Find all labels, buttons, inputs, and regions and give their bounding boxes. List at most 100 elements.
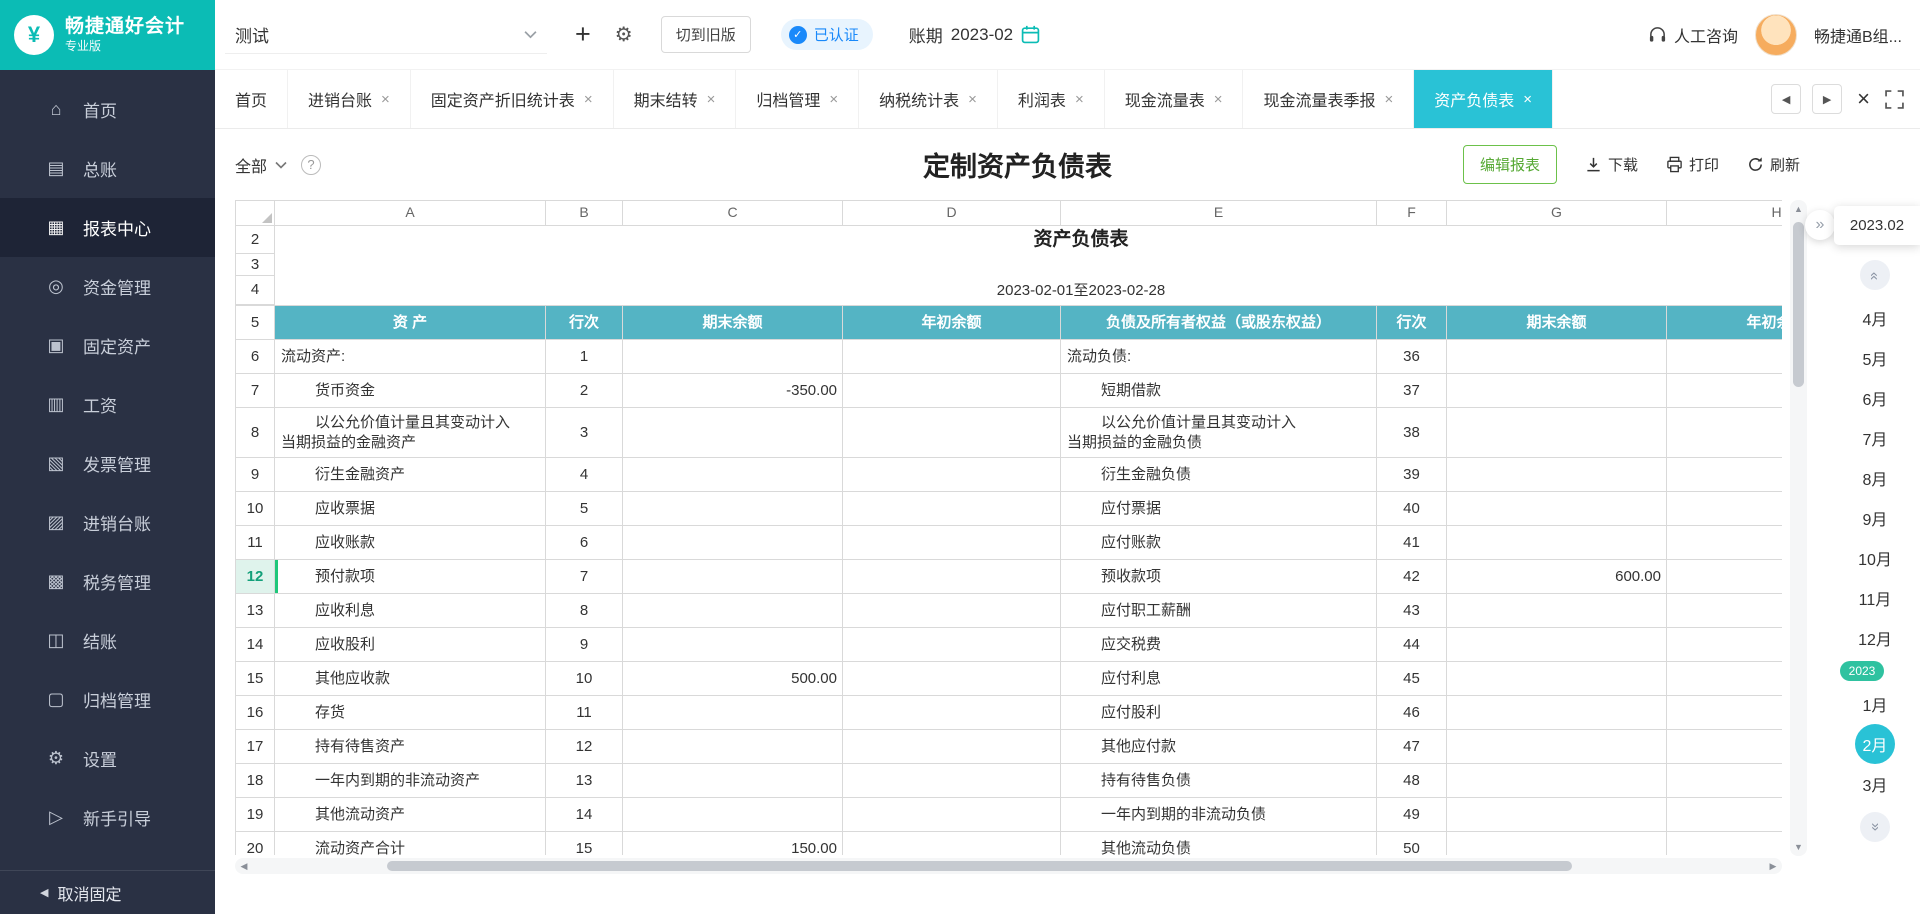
- horizontal-scroll-thumb[interactable]: [387, 861, 1572, 871]
- cell-D6[interactable]: [843, 340, 1061, 374]
- cell-A9[interactable]: 衍生金融资产: [275, 458, 546, 492]
- cell-B6[interactable]: 1: [546, 340, 623, 374]
- refresh-button[interactable]: 刷新: [1747, 154, 1800, 175]
- unpin-sidebar-button[interactable]: ◀ 取消固定: [0, 870, 215, 914]
- close-tab-icon[interactable]: ×: [584, 91, 593, 108]
- table-header-cell[interactable]: 负债及所有者权益（或股东权益）: [1061, 305, 1377, 340]
- tab-balance-sheet[interactable]: 资产负债表 ×: [1414, 70, 1554, 128]
- close-tab-icon[interactable]: ×: [829, 91, 838, 108]
- cell-E18[interactable]: 持有待售负债: [1061, 764, 1377, 798]
- cell-D10[interactable]: [843, 492, 1061, 526]
- support-button[interactable]: 人工咨询: [1648, 23, 1738, 47]
- month-item[interactable]: 7月: [1853, 418, 1897, 458]
- table-header-cell[interactable]: 行次: [1377, 305, 1447, 340]
- edit-report-button[interactable]: 编辑报表: [1462, 145, 1557, 184]
- cell-D13[interactable]: [843, 594, 1061, 628]
- cell-G7[interactable]: [1447, 374, 1667, 408]
- months-scroll-down-button[interactable]: «: [1860, 812, 1890, 842]
- cell-D11[interactable]: [843, 526, 1061, 560]
- cell-G18[interactable]: [1447, 764, 1667, 798]
- tab-period-end-transfer[interactable]: 期末结转 ×: [614, 70, 737, 128]
- sidebar-item-invoice[interactable]: ▧ 发票管理: [0, 434, 215, 493]
- username[interactable]: 畅捷通B组...: [1814, 23, 1902, 47]
- month-item[interactable]: 10月: [1853, 538, 1897, 578]
- column-header-H[interactable]: H: [1667, 200, 1782, 226]
- cell-C16[interactable]: [623, 696, 843, 730]
- cell-H8[interactable]: [1667, 408, 1782, 458]
- cell-G20[interactable]: [1447, 832, 1667, 855]
- table-header-cell[interactable]: 期末余额: [1447, 305, 1667, 340]
- cell-C19[interactable]: [623, 798, 843, 832]
- cell-G11[interactable]: [1447, 526, 1667, 560]
- cell-A16[interactable]: 存货: [275, 696, 546, 730]
- add-button[interactable]: +: [575, 19, 591, 50]
- row-header-10[interactable]: 10: [235, 492, 275, 526]
- sidebar-item-settings[interactable]: ⚙ 设置: [0, 729, 215, 788]
- cell-F12[interactable]: 42: [1377, 560, 1447, 594]
- row-header-19[interactable]: 19: [235, 798, 275, 832]
- sidebar-item-purchase-sales[interactable]: ▨ 进销台账: [0, 493, 215, 552]
- close-tabs-button[interactable]: ×: [1853, 86, 1874, 112]
- cell-D17[interactable]: [843, 730, 1061, 764]
- select-all-corner[interactable]: [235, 200, 275, 226]
- close-tab-icon[interactable]: ×: [1214, 91, 1223, 108]
- cell-D12[interactable]: [843, 560, 1061, 594]
- cell-E10[interactable]: 应付票据: [1061, 492, 1377, 526]
- cell-A20[interactable]: 流动资产合计: [275, 832, 546, 855]
- cell-F13[interactable]: 43: [1377, 594, 1447, 628]
- cell-C13[interactable]: [623, 594, 843, 628]
- cell-F20[interactable]: 50: [1377, 832, 1447, 855]
- switch-old-version-button[interactable]: 切到旧版: [660, 16, 751, 53]
- cell-B11[interactable]: 6: [546, 526, 623, 560]
- tabs-scroll-right-button[interactable]: ▶: [1812, 84, 1843, 114]
- column-header-G[interactable]: G: [1447, 200, 1667, 226]
- cell-G8[interactable]: [1447, 408, 1667, 458]
- cell-E20[interactable]: 其他流动负债: [1061, 832, 1377, 855]
- scope-dropdown[interactable]: 全部: [235, 153, 287, 177]
- month-item[interactable]: 1月: [1853, 684, 1897, 724]
- cell-A19[interactable]: 其他流动资产: [275, 798, 546, 832]
- cell-B20[interactable]: 15: [546, 832, 623, 855]
- cell-F10[interactable]: 40: [1377, 492, 1447, 526]
- cell-F19[interactable]: 49: [1377, 798, 1447, 832]
- cell-C15[interactable]: 500.00: [623, 662, 843, 696]
- vertical-scroll-thumb[interactable]: [1793, 222, 1804, 387]
- account-selector[interactable]: 测试: [225, 16, 547, 54]
- cell-A10[interactable]: 应收票据: [275, 492, 546, 526]
- cell-F18[interactable]: 48: [1377, 764, 1447, 798]
- cell-B9[interactable]: 4: [546, 458, 623, 492]
- row-header-5[interactable]: 5: [235, 305, 275, 340]
- column-header-D[interactable]: D: [843, 200, 1061, 226]
- cell-C17[interactable]: [623, 730, 843, 764]
- row-header-12[interactable]: 12: [235, 560, 275, 594]
- sidebar-item-general-ledger[interactable]: ▤ 总账: [0, 139, 215, 198]
- cell-B10[interactable]: 5: [546, 492, 623, 526]
- cell-C18[interactable]: [623, 764, 843, 798]
- cell-D16[interactable]: [843, 696, 1061, 730]
- cell-F16[interactable]: 46: [1377, 696, 1447, 730]
- vertical-scrollbar[interactable]: ▲ ▼: [1790, 200, 1807, 856]
- cell-B8[interactable]: 3: [546, 408, 623, 458]
- table-header-cell[interactable]: 资 产: [275, 305, 546, 340]
- cell-A15[interactable]: 其他应收款: [275, 662, 546, 696]
- sidebar-item-closing[interactable]: ◫ 结账: [0, 611, 215, 670]
- table-header-cell[interactable]: 行次: [546, 305, 623, 340]
- column-header-F[interactable]: F: [1377, 200, 1447, 226]
- row-header-11[interactable]: 11: [235, 526, 275, 560]
- fullscreen-button[interactable]: [1885, 89, 1904, 109]
- tab-archive[interactable]: 归档管理 ×: [736, 70, 860, 128]
- month-item[interactable]: 8月: [1853, 458, 1897, 498]
- cell-A12[interactable]: 预付款项: [275, 560, 546, 594]
- row-header-4[interactable]: 4: [235, 276, 275, 305]
- cell-H17[interactable]: [1667, 730, 1782, 764]
- cell-G19[interactable]: [1447, 798, 1667, 832]
- close-tab-icon[interactable]: ×: [381, 91, 390, 108]
- cell-H19[interactable]: [1667, 798, 1782, 832]
- cell-A14[interactable]: 应收股利: [275, 628, 546, 662]
- sidebar-item-report-center[interactable]: ▦ 报表中心: [0, 198, 215, 257]
- tab-purchase-sales-ledger[interactable]: 进销台账 ×: [288, 70, 411, 128]
- close-tab-icon[interactable]: ×: [1385, 91, 1394, 108]
- sidebar-item-archive[interactable]: ▢ 归档管理: [0, 670, 215, 729]
- row-header-14[interactable]: 14: [235, 628, 275, 662]
- cell-C9[interactable]: [623, 458, 843, 492]
